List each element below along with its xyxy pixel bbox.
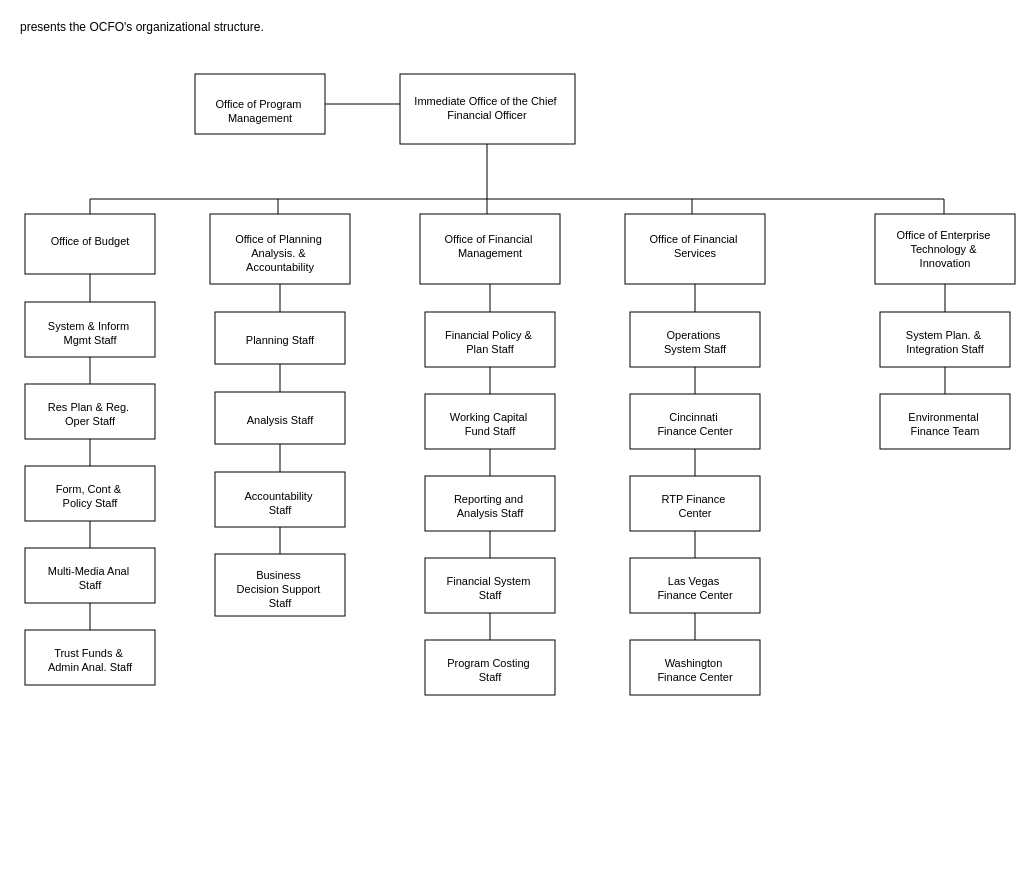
budget-label: Office of Budget bbox=[51, 235, 130, 247]
org-chart-svg: Office of Program Management Immediate O… bbox=[20, 44, 1014, 874]
intro-text: presents the OCFO's organizational struc… bbox=[20, 20, 1014, 34]
org-chart: presents the OCFO's organizational struc… bbox=[20, 20, 1014, 874]
planningstaf-label: Planning Staff bbox=[246, 334, 315, 346]
analysisstaf-label: Analysis Staff bbox=[247, 414, 314, 426]
